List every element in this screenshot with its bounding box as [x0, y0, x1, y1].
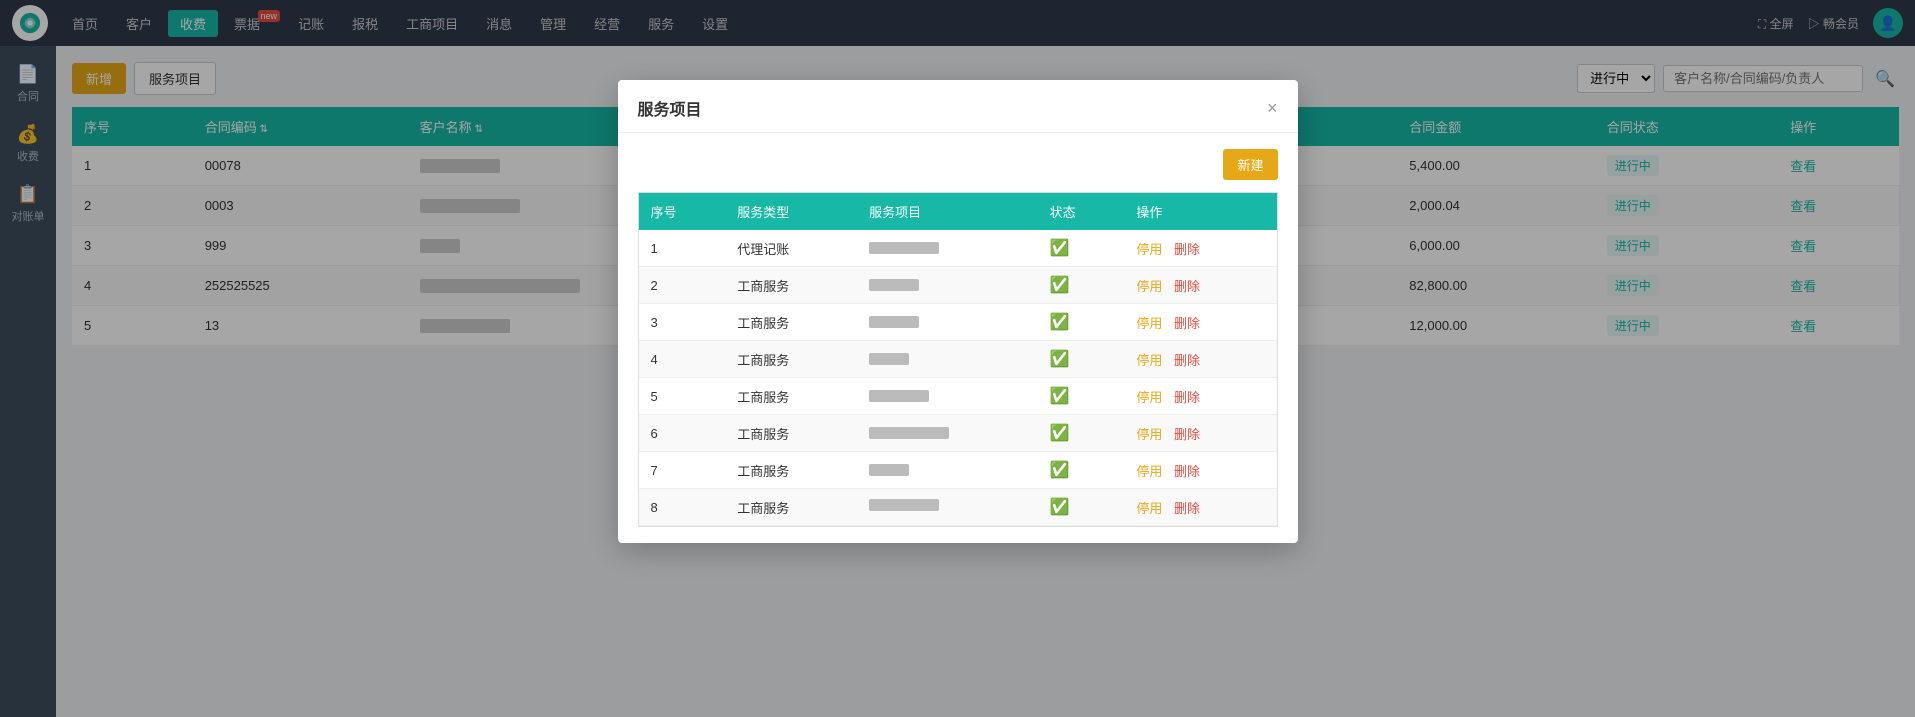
stop-button[interactable]: 停用 [1136, 390, 1162, 405]
status-check-icon: ✅ [1050, 499, 1070, 516]
status-check-icon: ✅ [1050, 240, 1070, 257]
modal-col-type: 服务类型 [725, 193, 857, 230]
modal-cell-status: ✅ [1038, 230, 1125, 267]
modal-cell-status: ✅ [1038, 452, 1125, 489]
delete-button[interactable]: 删除 [1174, 242, 1200, 257]
delete-button[interactable]: 删除 [1174, 427, 1200, 442]
modal-cell-item: ██注册 [857, 489, 1037, 526]
modal-header: 服务项目 × [618, 80, 1298, 133]
stop-button[interactable]: 停用 [1136, 316, 1162, 331]
status-check-icon: ✅ [1050, 314, 1070, 331]
modal-col-status: 状态 [1038, 193, 1125, 230]
status-check-icon: ✅ [1050, 462, 1070, 479]
modal-overlay[interactable]: 服务项目 × 新建 序号 服务类型 服务项目 状态 操作 [0, 0, 1915, 717]
modal-table-row: 3 工商服务 ████ ✅ 停用 删除 [639, 304, 1277, 341]
modal-table-row: 6 工商服务 ██████ ✅ 停用 删除 [639, 415, 1277, 452]
modal-title: 服务项目 [638, 96, 702, 120]
modal-cell-no: 2 [639, 267, 726, 304]
modal-cell-action[interactable]: 停用 删除 [1124, 230, 1276, 267]
modal-cell-item: ███ [857, 341, 1037, 378]
delete-button[interactable]: 删除 [1174, 390, 1200, 405]
modal-cell-type: 工商服务 [725, 304, 857, 341]
stop-button[interactable]: 停用 [1136, 279, 1162, 294]
modal-cell-item: ██████ [857, 415, 1037, 452]
modal-cell-no: 1 [639, 230, 726, 267]
modal-cell-type: 工商服务 [725, 341, 857, 378]
modal-body: 新建 序号 服务类型 服务项目 状态 操作 1 代理记账 [618, 133, 1298, 543]
modal-table-wrap[interactable]: 序号 服务类型 服务项目 状态 操作 1 代理记账 ████1 ✅ 停用 删除 … [638, 192, 1278, 527]
stop-button[interactable]: 停用 [1136, 353, 1162, 368]
service-modal: 服务项目 × 新建 序号 服务类型 服务项目 状态 操作 [618, 80, 1298, 543]
modal-col-no: 序号 [639, 193, 726, 230]
modal-cell-action[interactable]: 停用 删除 [1124, 415, 1276, 452]
modal-cell-status: ✅ [1038, 489, 1125, 526]
modal-cell-action[interactable]: 停用 删除 [1124, 304, 1276, 341]
stop-button[interactable]: 停用 [1136, 501, 1162, 516]
stop-button[interactable]: 停用 [1136, 427, 1162, 442]
modal-cell-status: ✅ [1038, 267, 1125, 304]
modal-cell-type: 工商服务 [725, 452, 857, 489]
modal-cell-status: ✅ [1038, 415, 1125, 452]
delete-button[interactable]: 删除 [1174, 353, 1200, 368]
status-check-icon: ✅ [1050, 277, 1070, 294]
modal-cell-status: ✅ [1038, 341, 1125, 378]
modal-cell-status: ✅ [1038, 304, 1125, 341]
delete-button[interactable]: 删除 [1174, 464, 1200, 479]
modal-cell-type: 代理记账 [725, 230, 857, 267]
modal-cell-action[interactable]: 停用 删除 [1124, 489, 1276, 526]
delete-button[interactable]: 删除 [1174, 501, 1200, 516]
modal-cell-item: ████ [857, 378, 1037, 415]
modal-cell-item: ████ [857, 267, 1037, 304]
modal-table-row: 5 工商服务 ████ ✅ 停用 删除 [639, 378, 1277, 415]
modal-cell-status: ✅ [1038, 378, 1125, 415]
modal-cell-no: 5 [639, 378, 726, 415]
modal-cell-no: 7 [639, 452, 726, 489]
modal-col-action: 操作 [1124, 193, 1276, 230]
modal-toolbar: 新建 [638, 149, 1278, 180]
modal-cell-no: 6 [639, 415, 726, 452]
modal-table-header: 序号 服务类型 服务项目 状态 操作 [639, 193, 1277, 230]
status-check-icon: ✅ [1050, 388, 1070, 405]
modal-cell-item: ███ [857, 452, 1037, 489]
delete-button[interactable]: 删除 [1174, 316, 1200, 331]
modal-col-item: 服务项目 [857, 193, 1037, 230]
modal-cell-no: 4 [639, 341, 726, 378]
modal-new-button[interactable]: 新建 [1223, 149, 1277, 180]
modal-service-table: 序号 服务类型 服务项目 状态 操作 1 代理记账 ████1 ✅ 停用 删除 … [639, 193, 1277, 526]
status-check-icon: ✅ [1050, 425, 1070, 442]
stop-button[interactable]: 停用 [1136, 464, 1162, 479]
modal-cell-action[interactable]: 停用 删除 [1124, 378, 1276, 415]
delete-button[interactable]: 删除 [1174, 279, 1200, 294]
modal-table-row: 7 工商服务 ███ ✅ 停用 删除 [639, 452, 1277, 489]
modal-close-button[interactable]: × [1267, 99, 1278, 117]
modal-table-row: 2 工商服务 ████ ✅ 停用 删除 [639, 267, 1277, 304]
status-check-icon: ✅ [1050, 351, 1070, 368]
modal-cell-type: 工商服务 [725, 489, 857, 526]
modal-cell-action[interactable]: 停用 删除 [1124, 267, 1276, 304]
modal-cell-type: 工商服务 [725, 415, 857, 452]
modal-cell-no: 3 [639, 304, 726, 341]
modal-cell-no: 8 [639, 489, 726, 526]
modal-cell-action[interactable]: 停用 删除 [1124, 341, 1276, 378]
modal-cell-type: 工商服务 [725, 378, 857, 415]
modal-table-row: 4 工商服务 ███ ✅ 停用 删除 [639, 341, 1277, 378]
modal-cell-item: ████ [857, 304, 1037, 341]
modal-cell-item: ████1 [857, 230, 1037, 267]
stop-button[interactable]: 停用 [1136, 242, 1162, 257]
modal-cell-type: 工商服务 [725, 267, 857, 304]
modal-table-row: 1 代理记账 ████1 ✅ 停用 删除 [639, 230, 1277, 267]
modal-cell-action[interactable]: 停用 删除 [1124, 452, 1276, 489]
modal-table-row: 8 工商服务 ██注册 ✅ 停用 删除 [639, 489, 1277, 526]
